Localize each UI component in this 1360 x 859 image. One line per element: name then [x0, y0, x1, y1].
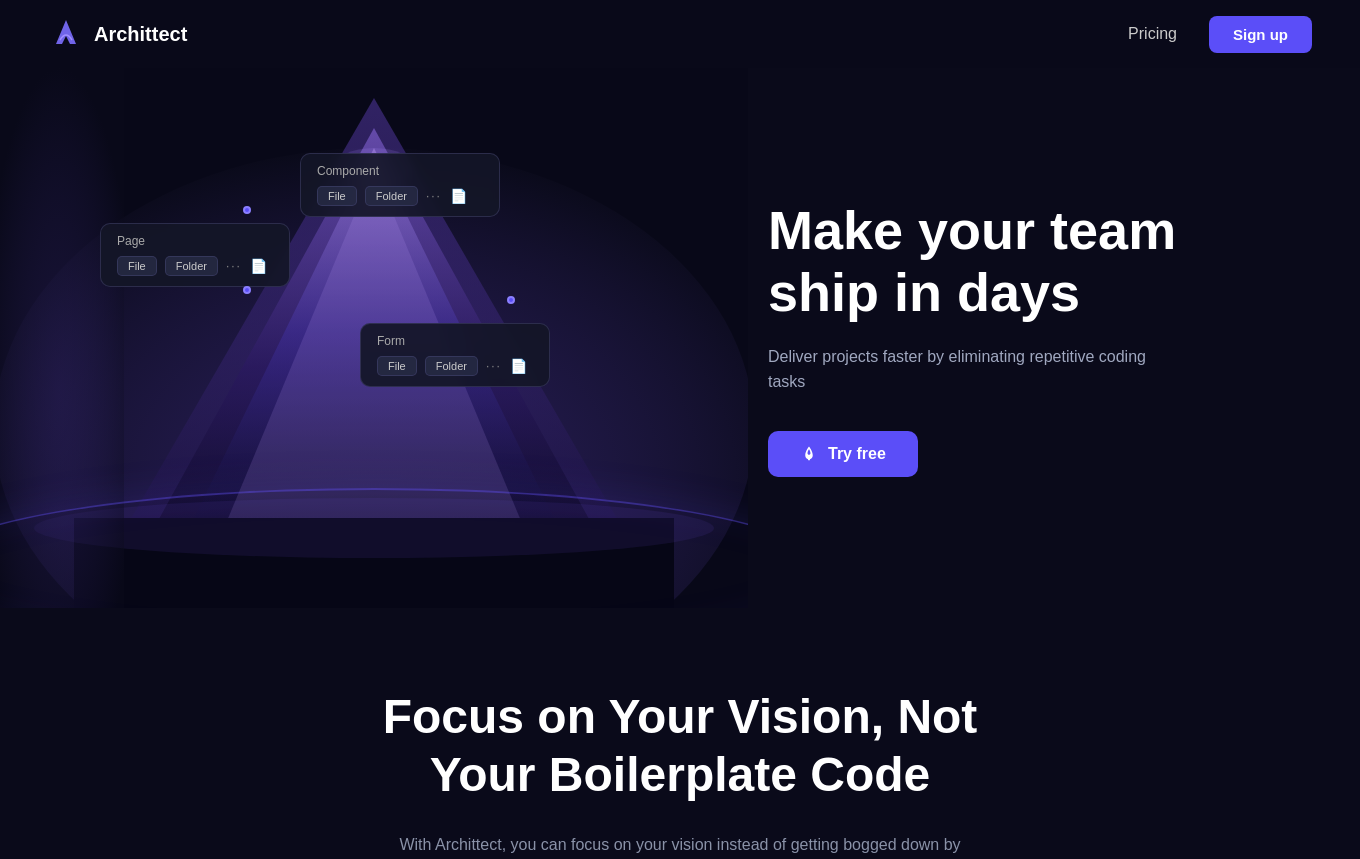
brand-icon [48, 16, 84, 52]
try-free-label: Try free [828, 445, 886, 463]
hero-section: Component File Folder ··· 📄 Page File Fo… [0, 0, 1360, 608]
page-more: ··· [226, 259, 242, 273]
component-file-icon: 📄 [450, 188, 467, 204]
form-more: ··· [486, 359, 502, 373]
navbar: Archittect Pricing Sign up [0, 0, 1360, 68]
rocket-icon [800, 445, 818, 463]
brand-name: Archittect [94, 23, 187, 46]
focus-title-line1: Focus on Your Vision, Not [383, 690, 978, 743]
page-folder-btn: Folder [165, 256, 218, 276]
pricing-link[interactable]: Pricing [1128, 25, 1177, 43]
svg-point-10 [808, 458, 810, 460]
component-folder-btn: Folder [365, 186, 418, 206]
component-card-title: Component [317, 164, 483, 178]
form-file-icon: 📄 [510, 358, 527, 374]
hero-content: Make your team ship in days Deliver proj… [748, 139, 1360, 536]
signup-button[interactable]: Sign up [1209, 16, 1312, 53]
focus-body: With Archittect, you can focus on your v… [380, 831, 980, 859]
connection-dot-3 [507, 296, 515, 304]
form-card-title: Form [377, 334, 533, 348]
hero-visual: Component File Folder ··· 📄 Page File Fo… [0, 68, 748, 608]
form-folder-btn: Folder [425, 356, 478, 376]
hero-subtitle: Deliver projects faster by eliminating r… [768, 344, 1148, 395]
component-more: ··· [426, 189, 442, 203]
focus-title-line2: Your Boilerplate Code [430, 748, 931, 801]
page-card: Page File Folder ··· 📄 [100, 223, 290, 287]
nav-right: Pricing Sign up [1128, 16, 1312, 53]
focus-section: Focus on Your Vision, Not Your Boilerpla… [0, 608, 1360, 859]
form-file-btn: File [377, 356, 417, 376]
focus-title: Focus on Your Vision, Not Your Boilerpla… [48, 688, 1312, 803]
hero-title: Make your team ship in days [768, 199, 1300, 323]
connection-dot-2 [243, 286, 251, 294]
page-file-btn: File [117, 256, 157, 276]
ui-mockup-overlay: Component File Folder ··· 📄 Page File Fo… [0, 68, 748, 608]
form-card: Form File Folder ··· 📄 [360, 323, 550, 387]
component-file-btn: File [317, 186, 357, 206]
try-free-button[interactable]: Try free [768, 431, 918, 477]
page-file-icon: 📄 [250, 258, 267, 274]
component-card: Component File Folder ··· 📄 [300, 153, 500, 217]
page-card-title: Page [117, 234, 273, 248]
connection-dot-1 [243, 206, 251, 214]
brand-logo[interactable]: Archittect [48, 16, 187, 52]
